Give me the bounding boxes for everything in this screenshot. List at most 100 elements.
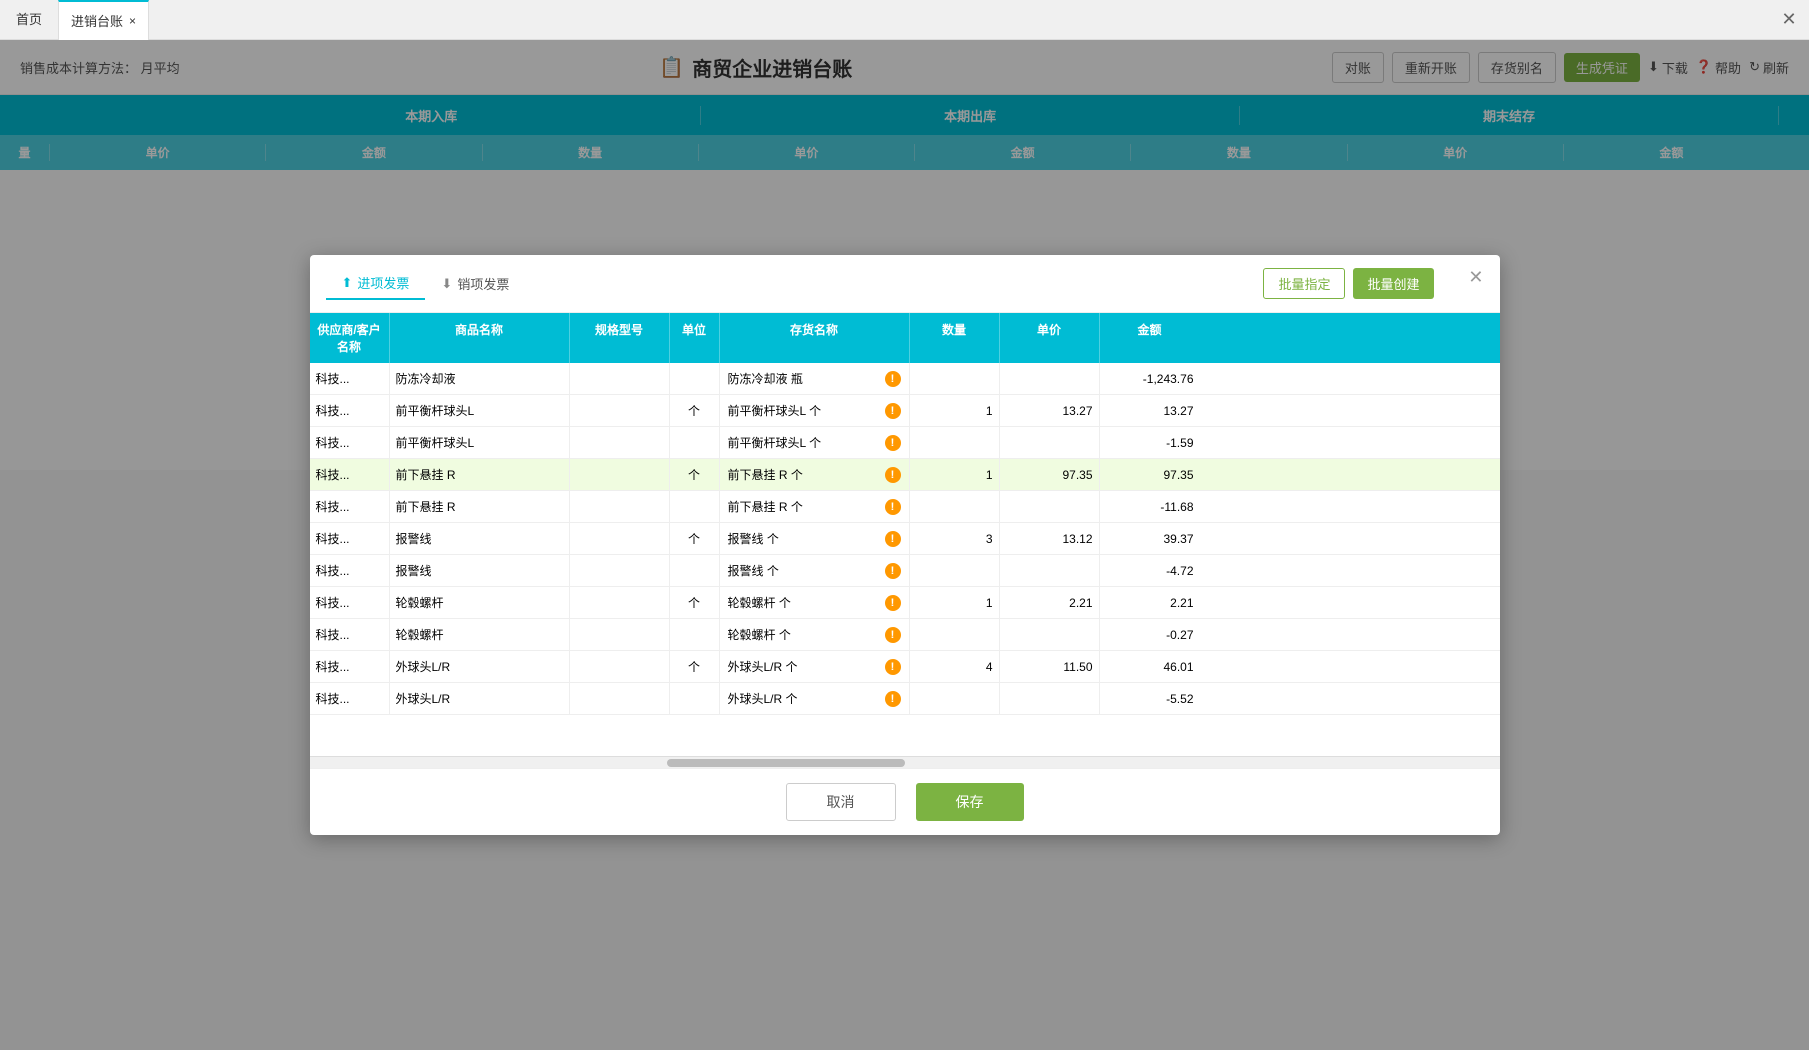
cell-company: 科技... [310, 683, 390, 714]
cell-qty [910, 363, 1000, 394]
table-row[interactable]: 科技... 外球头L/R 个 外球头L/R 个 ! 4 11.50 46.01 [310, 651, 1500, 683]
cell-spec [570, 619, 670, 650]
th-qty: 数量 [910, 313, 1000, 363]
stock-name-text: 外球头L/R 个 [728, 690, 798, 707]
cell-amount: -1.59 [1100, 427, 1200, 458]
table-row[interactable]: 科技... 报警线 报警线 个 ! -4.72 [310, 555, 1500, 587]
cell-company: 科技... [310, 395, 390, 426]
cell-unit [670, 491, 720, 522]
cell-product-name: 外球头L/R [390, 651, 570, 682]
warning-icon: ! [885, 627, 901, 643]
stock-name-text: 前下悬挂 R 个 [728, 466, 803, 483]
table-row[interactable]: 科技... 报警线 个 报警线 个 ! 3 13.12 39.37 [310, 523, 1500, 555]
cell-product-name: 前下悬挂 R [390, 459, 570, 490]
main-content: 销售成本计算方法： 月平均 📋 商贸企业进销台账 对账 重新开账 存货别名 生成… [0, 40, 1809, 1050]
cell-amount: -11.68 [1100, 491, 1200, 522]
batch-assign-button[interactable]: 批量指定 [1263, 268, 1345, 299]
cell-company: 科技... [310, 555, 390, 586]
cell-product-name: 防冻冷却液 [390, 363, 570, 394]
batch-create-button[interactable]: 批量创建 [1353, 268, 1433, 299]
cell-spec [570, 523, 670, 554]
cell-spec [570, 651, 670, 682]
cell-amount: 39.37 [1100, 523, 1200, 554]
cell-product-name: 报警线 [390, 555, 570, 586]
cell-company: 科技... [310, 459, 390, 490]
stock-name-text: 轮毂螺杆 个 [728, 626, 791, 643]
modal-table-header: 供应商/客户名称 商品名称 规格型号 单位 存货名称 数量 单价 金额 [310, 313, 1500, 363]
cell-amount: -4.72 [1100, 555, 1200, 586]
stock-name-text: 报警线 个 [728, 562, 779, 579]
tab-close-icon[interactable]: × [129, 14, 136, 28]
cell-amount: 46.01 [1100, 651, 1200, 682]
stock-name-text: 外球头L/R 个 [728, 658, 798, 675]
horizontal-scrollbar[interactable] [310, 756, 1500, 768]
cell-company: 科技... [310, 427, 390, 458]
cell-company: 科技... [310, 651, 390, 682]
cell-unit [670, 555, 720, 586]
cell-price [1000, 619, 1100, 650]
cell-amount: -1,243.76 [1100, 363, 1200, 394]
warning-icon: ! [885, 563, 901, 579]
modal-rows-container: 科技... 防冻冷却液 防冻冷却液 瓶 ! -1,243.76 科技... 前平… [310, 363, 1500, 715]
cell-stock-name: 轮毂螺杆 个 ! [720, 619, 910, 650]
table-row[interactable]: 科技... 外球头L/R 外球头L/R 个 ! -5.52 [310, 683, 1500, 715]
tab-active[interactable]: 进销台账 × [58, 0, 149, 40]
cell-qty: 1 [910, 395, 1000, 426]
window-close-button[interactable]: ✕ [1769, 0, 1809, 40]
cell-price: 13.27 [1000, 395, 1100, 426]
modal-footer: 取消 保存 [310, 768, 1500, 835]
cell-price [1000, 427, 1100, 458]
cell-unit: 个 [670, 459, 720, 490]
tab-outbound-invoice[interactable]: ⬇ 销项发票 [425, 268, 525, 299]
cell-unit [670, 619, 720, 650]
table-row[interactable]: 科技... 前下悬挂 R 前下悬挂 R 个 ! -11.68 [310, 491, 1500, 523]
cell-qty [910, 619, 1000, 650]
cell-amount: 13.27 [1100, 395, 1200, 426]
cell-qty: 4 [910, 651, 1000, 682]
warning-icon: ! [885, 499, 901, 515]
cell-unit [670, 427, 720, 458]
cell-company: 科技... [310, 363, 390, 394]
cell-unit: 个 [670, 395, 720, 426]
cell-product-name: 报警线 [390, 523, 570, 554]
cell-spec [570, 363, 670, 394]
cancel-button[interactable]: 取消 [786, 783, 896, 821]
cell-spec [570, 587, 670, 618]
cell-spec [570, 491, 670, 522]
cell-stock-name: 前平衡杆球头L 个 ! [720, 395, 910, 426]
table-row[interactable]: 科技... 轮毂螺杆 轮毂螺杆 个 ! -0.27 [310, 619, 1500, 651]
cell-price [1000, 363, 1100, 394]
modal-close-button[interactable]: ✕ [1468, 267, 1483, 288]
stock-name-text: 前下悬挂 R 个 [728, 498, 803, 515]
th-spec: 规格型号 [570, 313, 670, 363]
tab-home[interactable]: 首页 [0, 0, 58, 40]
stock-name-text: 报警线 个 [728, 530, 779, 547]
cell-product-name: 前平衡杆球头L [390, 395, 570, 426]
cell-amount: -5.52 [1100, 683, 1200, 714]
inbound-tab-icon: ⬆ [342, 275, 353, 291]
save-button[interactable]: 保存 [916, 783, 1024, 821]
table-row[interactable]: 科技... 防冻冷却液 防冻冷却液 瓶 ! -1,243.76 [310, 363, 1500, 395]
cell-qty: 1 [910, 587, 1000, 618]
table-row[interactable]: 科技... 前平衡杆球头L 个 前平衡杆球头L 个 ! 1 13.27 13.2… [310, 395, 1500, 427]
cell-price [1000, 491, 1100, 522]
table-row[interactable]: 科技... 前平衡杆球头L 前平衡杆球头L 个 ! -1.59 [310, 427, 1500, 459]
cell-product-name: 前下悬挂 R [390, 491, 570, 522]
th-company: 供应商/客户名称 [310, 313, 390, 363]
cell-product-name: 前平衡杆球头L [390, 427, 570, 458]
cell-stock-name: 轮毂螺杆 个 ! [720, 587, 910, 618]
cell-spec [570, 683, 670, 714]
cell-unit: 个 [670, 651, 720, 682]
table-row[interactable]: 科技... 前下悬挂 R 个 前下悬挂 R 个 ! 1 97.35 97.35 [310, 459, 1500, 491]
cell-stock-name: 前下悬挂 R 个 ! [720, 491, 910, 522]
stock-name-text: 前平衡杆球头L 个 [728, 434, 822, 451]
scrollbar-thumb[interactable] [667, 759, 905, 767]
cell-stock-name: 外球头L/R 个 ! [720, 651, 910, 682]
cell-company: 科技... [310, 587, 390, 618]
tab-inbound-invoice[interactable]: ⬆ 进项发票 [326, 267, 426, 300]
cell-spec [570, 427, 670, 458]
table-row[interactable]: 科技... 轮毂螺杆 个 轮毂螺杆 个 ! 1 2.21 2.21 [310, 587, 1500, 619]
cell-qty [910, 427, 1000, 458]
outbound-tab-icon: ⬇ [441, 276, 452, 292]
cell-amount: -0.27 [1100, 619, 1200, 650]
